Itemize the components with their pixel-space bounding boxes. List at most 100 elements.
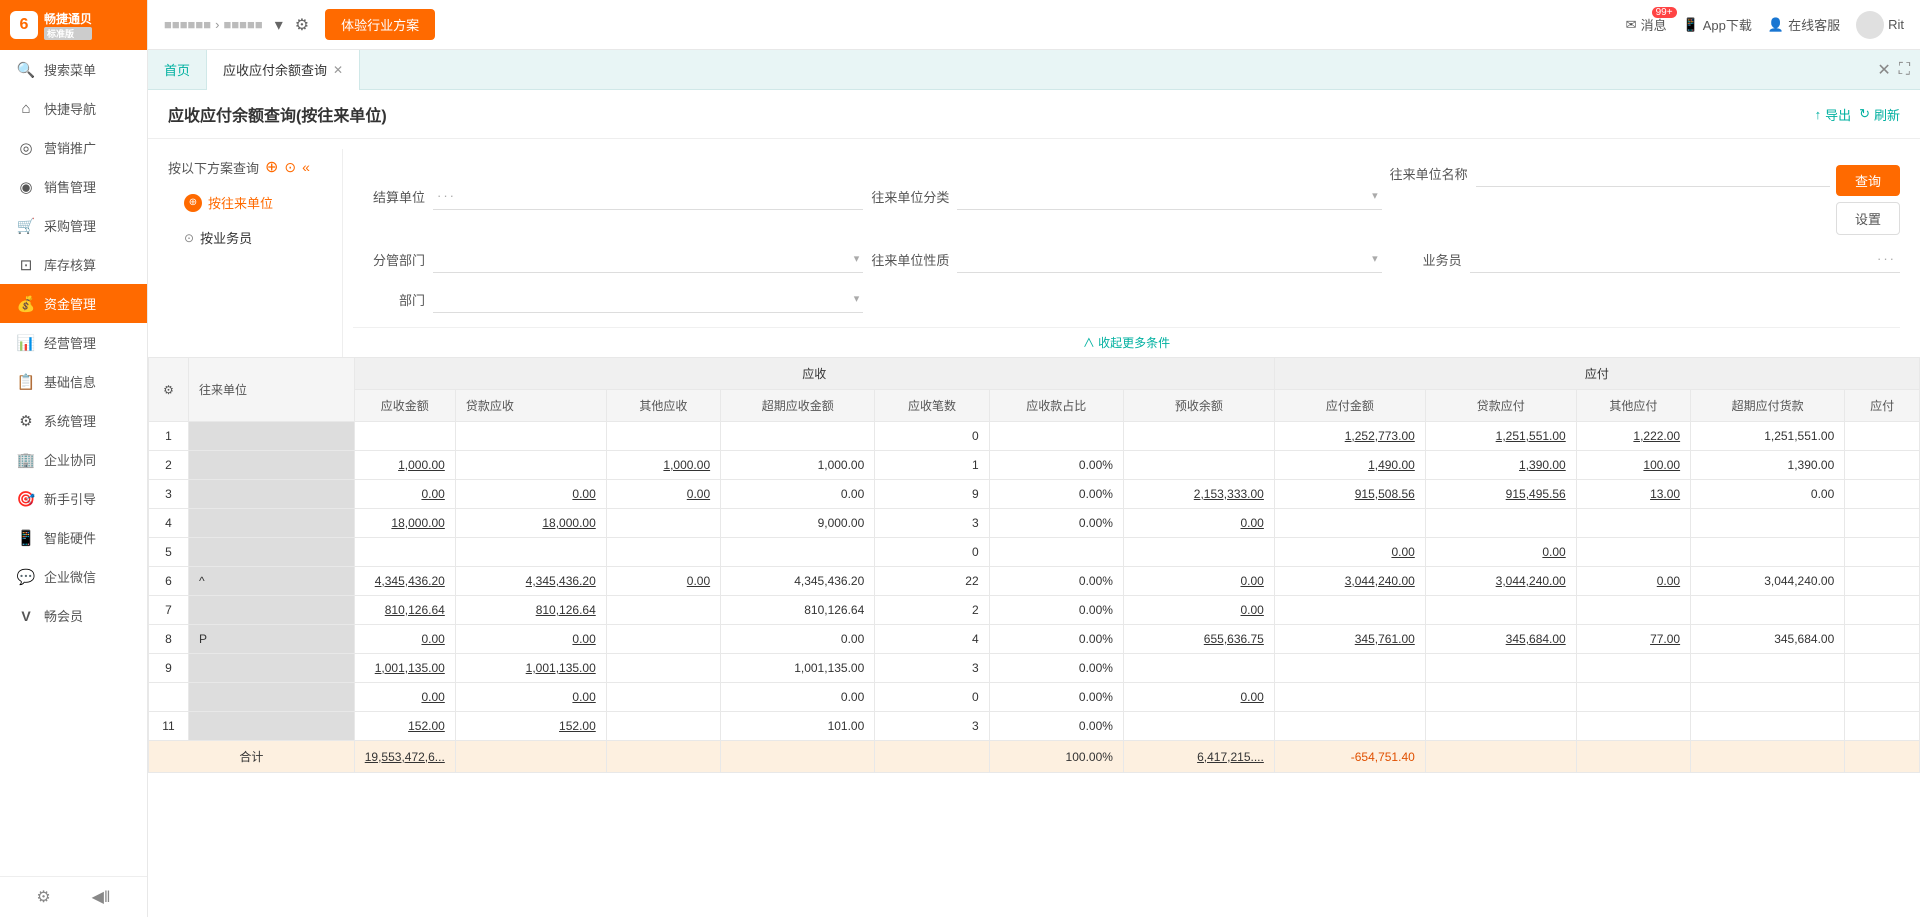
- logo-icon: 6: [10, 11, 38, 39]
- table-row: 11152.00152.00101.0030.00%: [149, 712, 1920, 741]
- filter-add-icon[interactable]: ⊕: [265, 157, 278, 177]
- refresh-icon: ↻: [1859, 106, 1870, 122]
- sales-icon: ◉: [16, 178, 36, 196]
- ar-group-header: 应收: [354, 358, 1274, 390]
- breadcrumb: ■■■■■■ › ■■■■■: [164, 17, 263, 32]
- filter-wanglai-nature-cell: 往来单位性质 ▾: [871, 243, 1381, 275]
- filter-wanglai-name-and-query: 往来单位名称 查询 设置: [1390, 157, 1900, 235]
- tab-close-icon[interactable]: ✕: [333, 63, 343, 77]
- filter-wanglai-nature-input[interactable]: ▾: [957, 245, 1381, 273]
- avatar: [1856, 11, 1884, 39]
- table-row: 7810,126.64810,126.64810,126.6420.00%0.0…: [149, 596, 1920, 625]
- notification-badge: 99+: [1652, 7, 1677, 18]
- sidebar-item-guide[interactable]: 🎯 新手引导: [0, 479, 147, 518]
- message-icon: ✉: [1626, 17, 1637, 33]
- sidebar-item-purchase[interactable]: 🛒 采购管理: [0, 206, 147, 245]
- solution-button[interactable]: 体验行业方案: [325, 9, 435, 40]
- filter-fenguan-input[interactable]: ▾: [433, 245, 863, 273]
- tab-expand-icon[interactable]: ⛶: [1899, 61, 1910, 79]
- filter-unit-icon: ⊕: [184, 194, 202, 212]
- header-settings-icon[interactable]: ⚙: [295, 15, 309, 35]
- sidebar-item-system[interactable]: ⚙ 系统管理: [0, 401, 147, 440]
- filter-jiesuan-input[interactable]: ···: [433, 182, 863, 210]
- collapse-filter-button[interactable]: ∧ 收起更多条件: [353, 327, 1900, 357]
- filter-salesperson-cell: 业务员 ···: [1390, 243, 1900, 275]
- collapse-sidebar-icon[interactable]: ◀‖: [92, 887, 111, 907]
- ops-icon: 📊: [16, 334, 36, 352]
- sidebar-item-ops[interactable]: 📊 经营管理: [0, 323, 147, 362]
- settings-col-header[interactable]: ⚙: [149, 358, 189, 422]
- table-row: 500.000.00: [149, 538, 1920, 567]
- content-body: 应收应付余额查询(按往来单位) ↑ 导出 ↻ 刷新 按以下方案查询: [148, 90, 1920, 917]
- filter-wanglai-type-input[interactable]: ▾: [957, 182, 1381, 210]
- filter-right-panel: 结算单位 ··· 往来单位分类 ▾: [353, 149, 1900, 357]
- filter-settings-icon[interactable]: ⊙: [284, 159, 296, 176]
- refresh-button[interactable]: ↻ 刷新: [1859, 105, 1900, 124]
- sidebar-item-member[interactable]: V 畅会员: [0, 596, 147, 635]
- overdue-ar-header: 超期应收金额: [721, 390, 875, 422]
- sidebar-item-search[interactable]: 🔍 搜索菜单: [0, 50, 147, 89]
- filter-by-unit[interactable]: ⊕ 按往来单位: [168, 185, 332, 220]
- filter-by-staff[interactable]: ⊙ 按业务员: [168, 220, 332, 255]
- sidebar-item-basic[interactable]: 📋 基础信息: [0, 362, 147, 401]
- loan-ap-header: 贷款应付: [1425, 390, 1576, 422]
- ap-amount-header: 应付金额: [1274, 390, 1425, 422]
- filter-dept-cell: 部门 ▾: [353, 283, 863, 315]
- export-icon: ↑: [1815, 107, 1822, 122]
- user-avatar[interactable]: Rit: [1856, 11, 1904, 39]
- sidebar-item-hardware[interactable]: 📱 智能硬件: [0, 518, 147, 557]
- partner-col-header: 往来单位: [189, 358, 355, 422]
- other-ar-header: 其他应收: [606, 390, 720, 422]
- tab-close-window-icon[interactable]: ✕: [1877, 60, 1890, 80]
- sidebar-item-finance[interactable]: 💰 资金管理: [0, 284, 147, 323]
- ar-amount-header: 应收金额: [354, 390, 455, 422]
- sidebar-item-warehouse[interactable]: ⊡ 库存核算: [0, 245, 147, 284]
- advance-header: 预收余额: [1123, 390, 1274, 422]
- filter-jiesuan-label: 结算单位: [353, 187, 425, 206]
- table-row: 30.000.000.000.0090.00%2,153,333.00915,5…: [149, 480, 1920, 509]
- filter-salesperson-label: 业务员: [1390, 250, 1462, 269]
- sidebar: 6 畅捷通贝 标准版 🔍 搜索菜单 ⌂ 快捷导航 ◎ 营销推广 ◉ 销售管理 🛒…: [0, 0, 148, 917]
- online-service-button[interactable]: 👤 在线客服: [1768, 15, 1840, 34]
- sidebar-item-wechat[interactable]: 💬 企业微信: [0, 557, 147, 596]
- settings-button[interactable]: 设置: [1836, 202, 1900, 235]
- system-icon: ⚙: [16, 412, 36, 430]
- sidebar-item-quick[interactable]: ⌂ 快捷导航: [0, 89, 147, 128]
- filter-staff-icon: ⊙: [184, 231, 194, 245]
- ar-ratio-header: 应收款占比: [989, 390, 1123, 422]
- logo-text: 畅捷通贝 标准版: [44, 10, 92, 40]
- app-download-button[interactable]: 📱 App下载: [1683, 15, 1752, 34]
- query-button[interactable]: 查询: [1836, 165, 1900, 196]
- tab-home[interactable]: 首页: [148, 50, 207, 90]
- marketing-icon: ◎: [16, 139, 36, 157]
- filter-collapse-icon[interactable]: «: [302, 159, 310, 175]
- table-row: 21,000.001,000.001,000.0010.00%1,490.001…: [149, 451, 1920, 480]
- page-title: 应收应付余额查询(按往来单位): [168, 102, 387, 126]
- table-row: 8P0.000.000.0040.00%655,636.75345,761.00…: [149, 625, 1920, 654]
- hardware-icon: 📱: [16, 529, 36, 547]
- overdue-ap-header: 超期应付货款: [1691, 390, 1845, 422]
- sidebar-item-sales[interactable]: ◉ 销售管理: [0, 167, 147, 206]
- tab-ar-ap[interactable]: 应收应付余额查询 ✕: [207, 50, 360, 90]
- filter-dept-input[interactable]: ▾: [433, 285, 863, 313]
- header-gear-icon[interactable]: ▾: [275, 15, 283, 35]
- settings-bottom-icon[interactable]: ⚙: [36, 887, 50, 907]
- sidebar-item-corp[interactable]: 🏢 企业协同: [0, 440, 147, 479]
- basic-icon: 📋: [16, 373, 36, 391]
- tab-bar-actions: ✕ ⛶: [1877, 60, 1920, 80]
- notification-button[interactable]: ✉ 消息 99+: [1626, 15, 1667, 34]
- total-row: 合计 19,553,472,6... 100.00% 6,417,215....…: [149, 741, 1920, 773]
- purchase-icon: 🛒: [16, 217, 36, 235]
- filter-section: 按以下方案查询 ⊕ ⊙ « ⊕ 按往来单位 ⊙ 按业务员: [148, 139, 1920, 357]
- data-table: ⚙ 往来单位 应收 应付 应收金额 贷款应收 其他应收 超期应收金额 应收笔数 …: [148, 357, 1920, 773]
- filter-wanglai-name-input[interactable]: [1476, 159, 1830, 187]
- filter-salesperson-input[interactable]: ···: [1470, 245, 1900, 273]
- filter-wanglai-nature-label: 往来单位性质: [871, 250, 949, 269]
- page-actions: ↑ 导出 ↻ 刷新: [1815, 105, 1900, 124]
- export-button[interactable]: ↑ 导出: [1815, 105, 1852, 124]
- total-advance: 6,417,215....: [1123, 741, 1274, 773]
- sidebar-item-marketing[interactable]: ◎ 营销推广: [0, 128, 147, 167]
- corp-icon: 🏢: [16, 451, 36, 469]
- table-row: 0.000.000.0000.00%0.00: [149, 683, 1920, 712]
- ap-extra-header: 应付: [1845, 390, 1920, 422]
